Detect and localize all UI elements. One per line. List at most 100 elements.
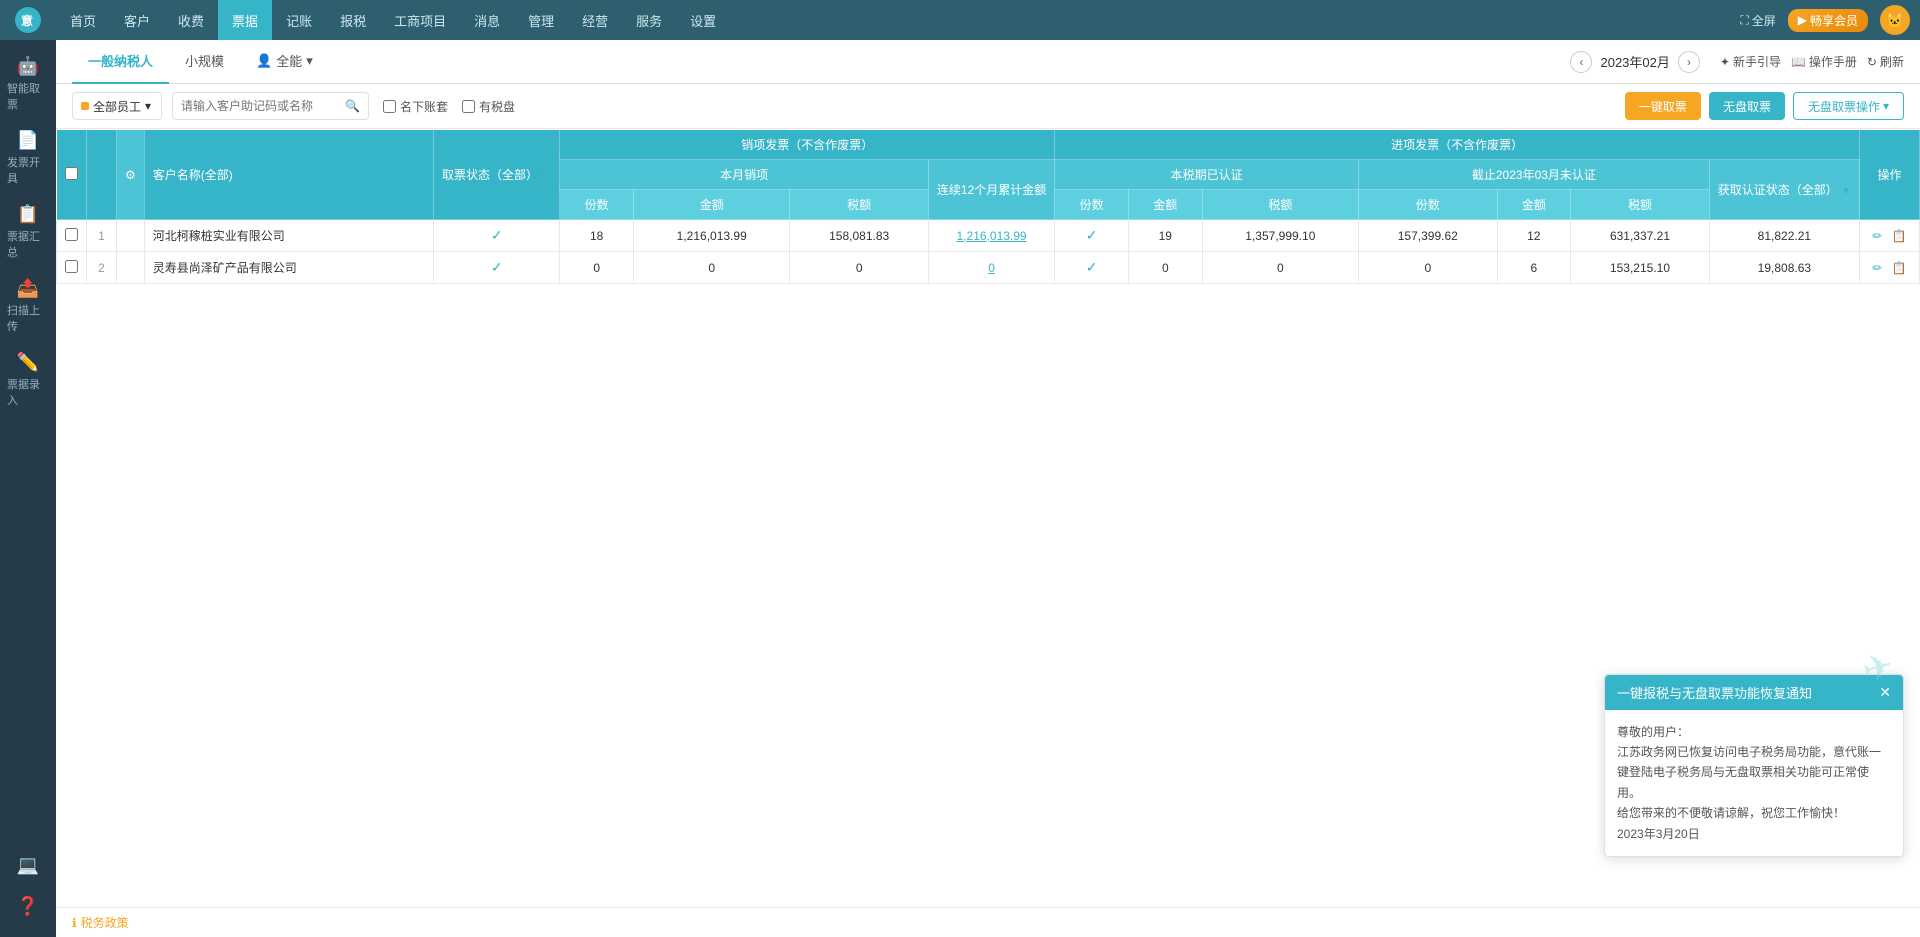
search-input[interactable]	[181, 99, 341, 113]
th-purchase-header: 进项发票（不含作废票）	[1055, 130, 1860, 160]
nav-fee[interactable]: 收费	[164, 0, 218, 40]
row1-uncert-amount: 631,337.21	[1571, 220, 1710, 252]
book-icon: 📖	[1791, 55, 1806, 69]
sidebar-bottom: 💻 ❓	[3, 847, 53, 937]
th-sales-count: 份数	[560, 190, 634, 220]
period-prev-button[interactable]: ‹	[1570, 51, 1592, 73]
th-uncert-amount: 金额	[1497, 190, 1571, 220]
row2-purchase-tax: 0	[1359, 252, 1497, 284]
th-purchase-cert-count: 份数	[1055, 190, 1129, 220]
row2-sales-amount: 0	[634, 252, 790, 284]
sidebar-item-monitor[interactable]: 💻	[3, 847, 53, 884]
search-icon[interactable]: 🔍	[345, 99, 360, 113]
row1-status: ✓	[434, 220, 560, 252]
row2-sales-count: 0	[560, 252, 634, 284]
th-purchase-cert-amount: 金额	[1128, 190, 1202, 220]
tab-small-scale[interactable]: 小规模	[169, 40, 240, 84]
sidebar-item-invoice-entry[interactable]: ✏️ 票据录入	[3, 344, 53, 416]
nav-operation[interactable]: 经营	[568, 0, 622, 40]
nav-bookkeeping[interactable]: 记账	[272, 0, 326, 40]
th-num	[87, 130, 117, 220]
th-consecutive: 连续12个月累计金额	[928, 160, 1054, 220]
checkbox-account[interactable]: 名下账套	[383, 98, 448, 115]
row1-purchase-count: 19	[1128, 220, 1202, 252]
sidebar-item-scan-upload[interactable]: 📤 扫描上传	[3, 270, 53, 342]
checkbox-tax-disk-input[interactable]	[462, 100, 475, 113]
status-filter-icon[interactable]: ▼	[541, 171, 551, 182]
row2-checkbox[interactable]	[57, 252, 87, 284]
table-row: 1 河北柯稼桩实业有限公司 ✓ 18 1,216,013.99 158,081.…	[57, 220, 1920, 252]
select-all-checkbox[interactable]	[65, 167, 78, 180]
edit-icon[interactable]: ✏	[1872, 261, 1882, 275]
nav-manage[interactable]: 管理	[514, 0, 568, 40]
scan-icon: 📤	[17, 278, 39, 299]
th-sales-amount: 金额	[634, 190, 790, 220]
row1-uncert-tax: 81,822.21	[1709, 220, 1859, 252]
nav-invoice[interactable]: 票据	[218, 0, 272, 40]
nav-business[interactable]: 工商项目	[380, 0, 460, 40]
one-click-ticket-button[interactable]: 一键取票	[1625, 92, 1701, 120]
nav-home[interactable]: 首页	[56, 0, 110, 40]
period-label: 2023年02月	[1600, 52, 1669, 71]
sidebar-label-scan-upload: 扫描上传	[7, 302, 49, 334]
tab-all[interactable]: 👤 全能 ▾	[240, 40, 329, 84]
row1-consecutive[interactable]: 1,216,013.99	[928, 220, 1054, 252]
th-checkbox	[57, 130, 87, 220]
certify-filter-icon[interactable]: ▼	[1841, 186, 1851, 197]
sidebar-item-smart-ticket[interactable]: 🤖 智能取票	[3, 48, 53, 120]
nav-service[interactable]: 服务	[622, 0, 676, 40]
manual-button[interactable]: 📖 操作手册	[1791, 53, 1857, 70]
tab-general-taxpayer[interactable]: 一般纳税人	[72, 40, 169, 84]
sidebar-item-invoice-summary[interactable]: 📋 票据汇总	[3, 196, 53, 268]
nav-settings[interactable]: 设置	[676, 0, 730, 40]
fullscreen-button[interactable]: ⛶ 全屏	[1740, 12, 1775, 29]
check-icon: ✓	[1086, 259, 1098, 275]
checkbox-account-input[interactable]	[383, 100, 396, 113]
invoice-open-icon: 📄	[17, 130, 39, 151]
checkbox-account-label: 名下账套	[400, 98, 448, 115]
filter-icon[interactable]: ▼	[236, 171, 246, 182]
row1-certify-status: ✓	[1055, 220, 1129, 252]
nav-tax[interactable]: 报税	[326, 0, 380, 40]
tax-policy-link[interactable]: ℹ 税务政策	[72, 914, 129, 931]
row1-sales-count: 18	[560, 220, 634, 252]
sidebar-item-invoice-open[interactable]: 📄 发票开具	[3, 122, 53, 194]
toolbar-right: 一键取票 无盘取票 无盘取票操作 ▾	[1625, 92, 1904, 120]
top-navigation: 意 首页 客户 收费 票据 记账 报税 工商项目 消息 管理 经营 服务 设置 …	[0, 0, 1920, 40]
th-purchase-cert-tax: 税额	[1202, 190, 1358, 220]
row1-uncert-count: 12	[1497, 220, 1571, 252]
refresh-button[interactable]: ↻ 刷新	[1867, 53, 1904, 70]
no-disk-ticket-button[interactable]: 无盘取票	[1709, 92, 1785, 120]
th-certify-status: 获取认证状态（全部） ▼	[1709, 160, 1859, 220]
guide-button[interactable]: ✦ 新手引导	[1720, 53, 1781, 70]
chevron-down-icon: ▾	[1883, 99, 1889, 113]
nav-customer[interactable]: 客户	[110, 0, 164, 40]
employee-select[interactable]: 全部员工 ▾	[72, 92, 162, 120]
checkbox-tax-disk[interactable]: 有税盘	[462, 98, 515, 115]
toolbar: 全部员工 ▾ 🔍 名下账套 有税盘 一键取票 无盘取票	[56, 84, 1920, 129]
no-disk-ops-button[interactable]: 无盘取票操作 ▾	[1793, 92, 1904, 120]
sidebar-label-invoice-summary: 票据汇总	[7, 228, 49, 260]
sidebar-label-smart-ticket: 智能取票	[7, 80, 49, 112]
row2-sales-tax: 0	[790, 252, 928, 284]
chevron-down-icon: ▾	[306, 53, 313, 69]
edit-icon[interactable]: ✏	[1872, 229, 1882, 243]
view-icon[interactable]: 📋	[1892, 229, 1907, 243]
member-button[interactable]: ▶ 畅享会员	[1788, 9, 1868, 32]
row2-purchase-count: 0	[1128, 252, 1202, 284]
view-icon[interactable]: 📋	[1892, 261, 1907, 275]
user-avatar[interactable]: 🐱	[1880, 5, 1910, 35]
sidebar-item-help[interactable]: ❓	[3, 888, 53, 925]
row2-status: ✓	[434, 252, 560, 284]
summary-icon: 📋	[17, 204, 39, 225]
th-period-certified: 本税期已认证	[1055, 160, 1359, 190]
row2-consecutive[interactable]: 0	[928, 252, 1054, 284]
row1-checkbox[interactable]	[57, 220, 87, 252]
row1-sales-amount: 1,216,013.99	[634, 220, 790, 252]
check-icon: ✓	[1086, 227, 1098, 243]
checkbox-tax-disk-label: 有税盘	[479, 98, 515, 115]
nav-message[interactable]: 消息	[460, 0, 514, 40]
period-next-button[interactable]: ›	[1678, 51, 1700, 73]
row2-uncert-amount: 153,215.10	[1571, 252, 1710, 284]
notification-body: 尊敬的用户： 江苏政务网已恢复访问电子税务局功能，意代账一键登陆电子税务局与无盘…	[1605, 710, 1903, 856]
